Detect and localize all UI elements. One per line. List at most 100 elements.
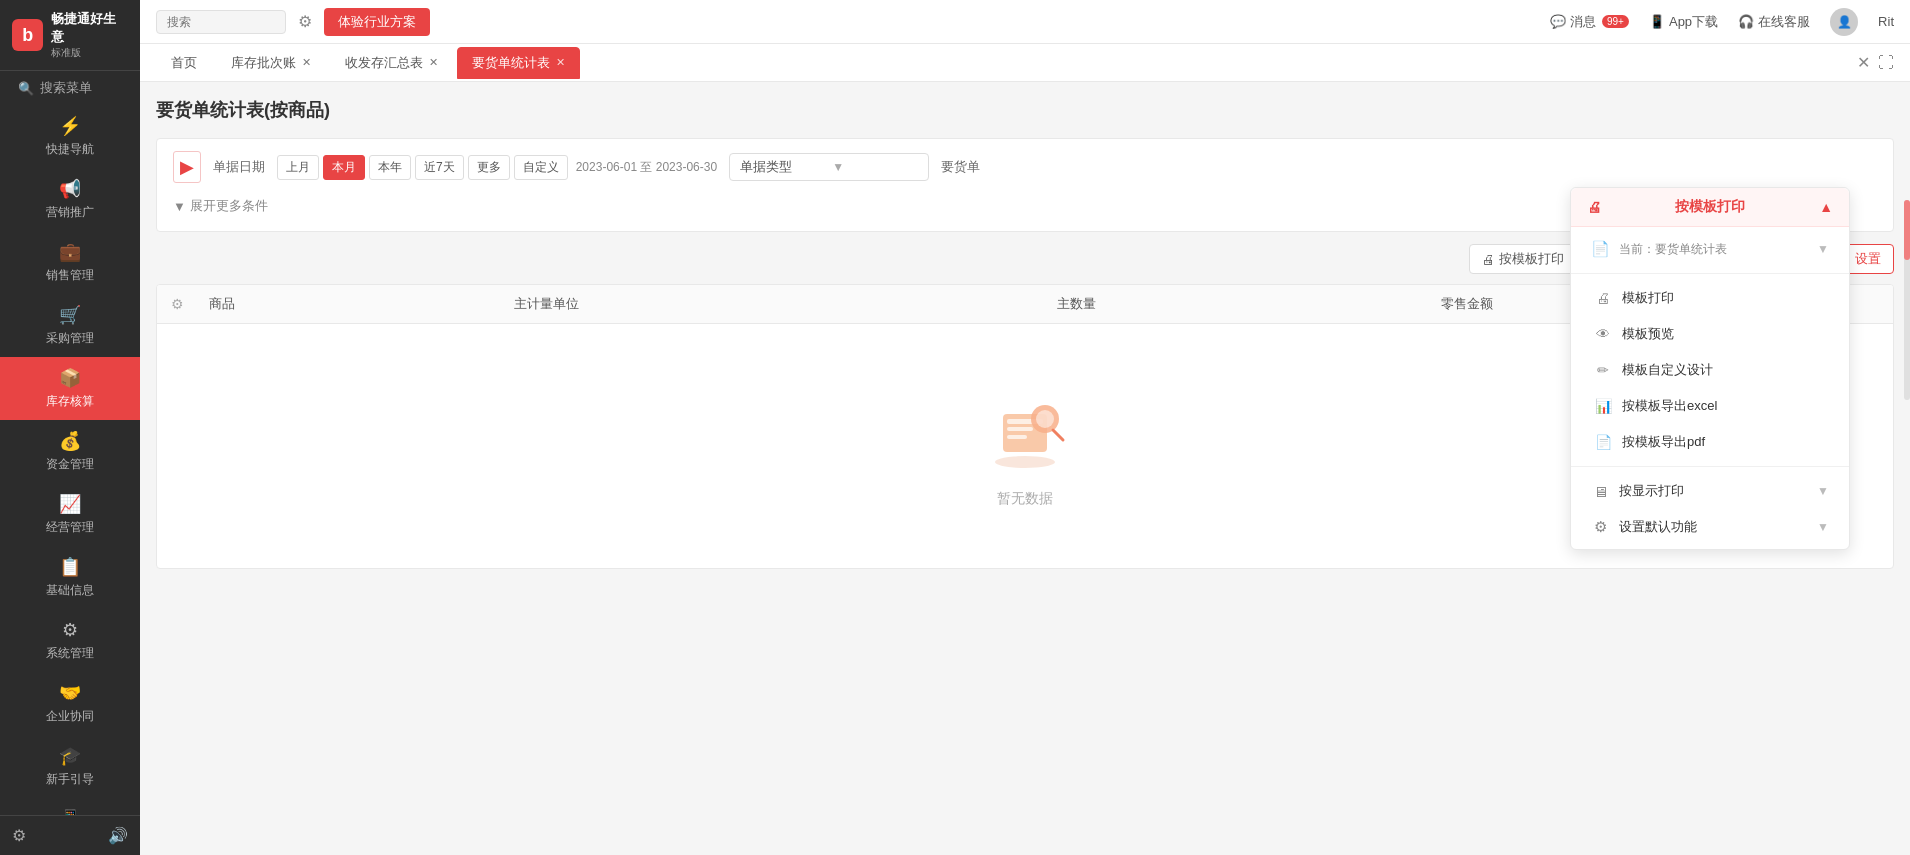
- dropdown-default-settings[interactable]: ⚙ 设置默认功能 ▼: [1571, 509, 1849, 545]
- svg-line-7: [1053, 430, 1063, 440]
- printer-header-icon: 🖨: [1587, 199, 1601, 215]
- tab-close-window-icon[interactable]: ✕: [1857, 53, 1870, 72]
- sound-footer-icon[interactable]: 🔊: [108, 826, 128, 845]
- tab-order-stats[interactable]: 要货单统计表 ✕: [457, 47, 580, 79]
- dropdown-title: 按模板打印: [1675, 198, 1745, 216]
- tab-close-order-stats[interactable]: ✕: [556, 56, 565, 69]
- date-btn-last-month[interactable]: 上月: [277, 155, 319, 180]
- dropdown-bottom-section: 🖥 按显示打印 ▼ ⚙ 设置默认功能 ▼: [1571, 469, 1849, 549]
- page-content: 要货单统计表(按商品) ▶ 单据日期 上月 本月 本年 近7天 更多 自定义 2…: [140, 82, 1910, 855]
- print-dropdown-menu: 🖨 按模板打印 ▲ 📄 当前：要货单统计表 ▼ 🖨 模板打印 👁: [1570, 187, 1850, 550]
- filter-row-1: ▶ 单据日期 上月 本月 本年 近7天 更多 自定义 2023-06-01 至 …: [173, 151, 1877, 183]
- tab-inventory-batch[interactable]: 库存批次账 ✕: [216, 47, 326, 79]
- sidebar-item-system[interactable]: ⚙ 系统管理: [0, 609, 140, 672]
- topbar: ⚙ 体验行业方案 💬 消息 99+ 📱 App下载 🎧 在线客服 👤 Rit: [140, 0, 1910, 44]
- order-type-select[interactable]: 单据类型 ▼: [729, 153, 929, 181]
- online-service-item[interactable]: 🎧 在线客服: [1738, 13, 1810, 31]
- order-type-arrow-icon: ▼: [832, 160, 918, 174]
- sidebar-item-management[interactable]: 📈 经营管理: [0, 483, 140, 546]
- printer-icon: 🖨: [1482, 252, 1495, 267]
- tab-close-inventory-batch[interactable]: ✕: [302, 56, 311, 69]
- trial-industry-button[interactable]: 体验行业方案: [324, 8, 430, 36]
- default-settings-arrow: ▼: [1817, 520, 1829, 534]
- sidebar-item-sales[interactable]: 💼 销售管理: [0, 231, 140, 294]
- current-template-label: 当前：要货单统计表: [1619, 241, 1807, 258]
- app-download-item[interactable]: 📱 App下载: [1649, 13, 1718, 31]
- dropdown-collapse-icon[interactable]: ▲: [1819, 199, 1833, 215]
- dropdown-template-print[interactable]: 🖨 模板打印: [1571, 280, 1849, 316]
- filter-expand-toggle[interactable]: ▶: [173, 151, 201, 183]
- dropdown-template-design[interactable]: ✏ 模板自定义设计: [1571, 352, 1849, 388]
- topbar-search-input[interactable]: [156, 10, 286, 34]
- tab-home[interactable]: 首页: [156, 47, 212, 79]
- col-qty: 主数量: [1045, 285, 1429, 324]
- sidebar-item-quicknav[interactable]: ⚡ 快捷导航: [0, 105, 140, 168]
- date-btn-this-year[interactable]: 本年: [369, 155, 411, 180]
- divider-2: [1571, 466, 1849, 467]
- template-preview-icon: 👁: [1594, 326, 1612, 342]
- date-filter-label: 单据日期: [213, 158, 265, 176]
- template-pdf-label: 按模板导出pdf: [1622, 433, 1705, 451]
- sidebar-item-newguide[interactable]: 🎓 新手引导: [0, 735, 140, 798]
- tab-close-receipt-summary[interactable]: ✕: [429, 56, 438, 69]
- right-scrollbar-thumb[interactable]: [1904, 200, 1910, 260]
- dropdown-template-excel[interactable]: 📊 按模板导出excel: [1571, 388, 1849, 424]
- template-excel-icon: 📊: [1594, 398, 1612, 414]
- template-pdf-icon: 📄: [1594, 434, 1612, 450]
- tab-fullscreen-icon[interactable]: ⛶: [1878, 54, 1894, 72]
- sales-label: 销售管理: [46, 267, 94, 284]
- search-menu-label: 搜索菜单: [40, 79, 92, 97]
- tab-receipt-summary[interactable]: 收发存汇总表 ✕: [330, 47, 453, 79]
- sidebar: b 畅捷通好生意 标准版 🔍 搜索菜单 ⚡ 快捷导航 📢 营销推广 💼 销售管理…: [0, 0, 140, 855]
- template-design-icon: ✏: [1594, 362, 1612, 378]
- search-icon: 🔍: [18, 81, 34, 96]
- settings-footer-icon[interactable]: ⚙: [12, 826, 26, 845]
- newguide-icon: 🎓: [59, 745, 81, 767]
- online-service-label: 在线客服: [1758, 13, 1810, 31]
- col-goods: 商品: [197, 285, 502, 324]
- sidebar-footer: ⚙ 🔊: [0, 815, 140, 855]
- topbar-gear-icon[interactable]: ⚙: [298, 12, 312, 31]
- print-template-label: 按模板打印: [1499, 250, 1564, 268]
- user-avatar[interactable]: 👤: [1830, 8, 1858, 36]
- search-menu[interactable]: 🔍 搜索菜单: [0, 71, 140, 105]
- marketing-label: 营销推广: [46, 204, 94, 221]
- sidebar-item-basicinfo[interactable]: 📋 基础信息: [0, 546, 140, 609]
- divider-1: [1571, 273, 1849, 274]
- empty-text: 暂无数据: [997, 490, 1053, 508]
- template-print-icon: 🖨: [1594, 290, 1612, 306]
- goods-filter-label: 要货单: [941, 158, 980, 176]
- table-gear-icon[interactable]: ⚙: [171, 296, 184, 312]
- purchase-icon: 🛒: [59, 304, 81, 326]
- svg-rect-4: [1007, 435, 1027, 439]
- dropdown-display-print[interactable]: 🖥 按显示打印 ▼: [1571, 473, 1849, 509]
- dropdown-template-preview[interactable]: 👁 模板预览: [1571, 316, 1849, 352]
- sidebar-item-appcenter[interactable]: 📱 应用中心: [0, 798, 140, 815]
- basicinfo-icon: 📋: [59, 556, 81, 578]
- dropdown-template-pdf[interactable]: 📄 按模板导出pdf: [1571, 424, 1849, 460]
- sidebar-item-purchase[interactable]: 🛒 采购管理: [0, 294, 140, 357]
- template-design-label: 模板自定义设计: [1622, 361, 1713, 379]
- sidebar-item-finance[interactable]: 💰 资金管理: [0, 420, 140, 483]
- sidebar-item-inventory[interactable]: 📦 库存核算: [0, 357, 140, 420]
- template-print-label: 模板打印: [1622, 289, 1674, 307]
- date-range-text: 2023-06-01 至 2023-06-30: [576, 159, 717, 176]
- system-icon: ⚙: [62, 619, 78, 641]
- date-btn-7days[interactable]: 近7天: [415, 155, 464, 180]
- sidebar-item-marketing[interactable]: 📢 营销推广: [0, 168, 140, 231]
- date-btn-more[interactable]: 更多: [468, 155, 510, 180]
- sales-icon: 💼: [59, 241, 81, 263]
- inventory-icon: 📦: [59, 367, 81, 389]
- page-title: 要货单统计表(按商品): [156, 98, 1894, 122]
- default-settings-icon: ⚙: [1591, 518, 1609, 536]
- topbar-right: 💬 消息 99+ 📱 App下载 🎧 在线客服 👤 Rit: [1550, 8, 1894, 36]
- message-item[interactable]: 💬 消息 99+: [1550, 13, 1629, 31]
- inventory-label: 库存核算: [46, 393, 94, 410]
- date-btn-this-month[interactable]: 本月: [323, 155, 365, 180]
- quicknav-icon: ⚡: [59, 115, 81, 137]
- sidebar-item-collab[interactable]: 🤝 企业协同: [0, 672, 140, 735]
- username-label: Rit: [1878, 14, 1894, 29]
- dropdown-current-template[interactable]: 📄 当前：要货单统计表 ▼: [1571, 231, 1849, 267]
- date-btn-custom[interactable]: 自定义: [514, 155, 568, 180]
- svg-point-0: [995, 456, 1055, 468]
